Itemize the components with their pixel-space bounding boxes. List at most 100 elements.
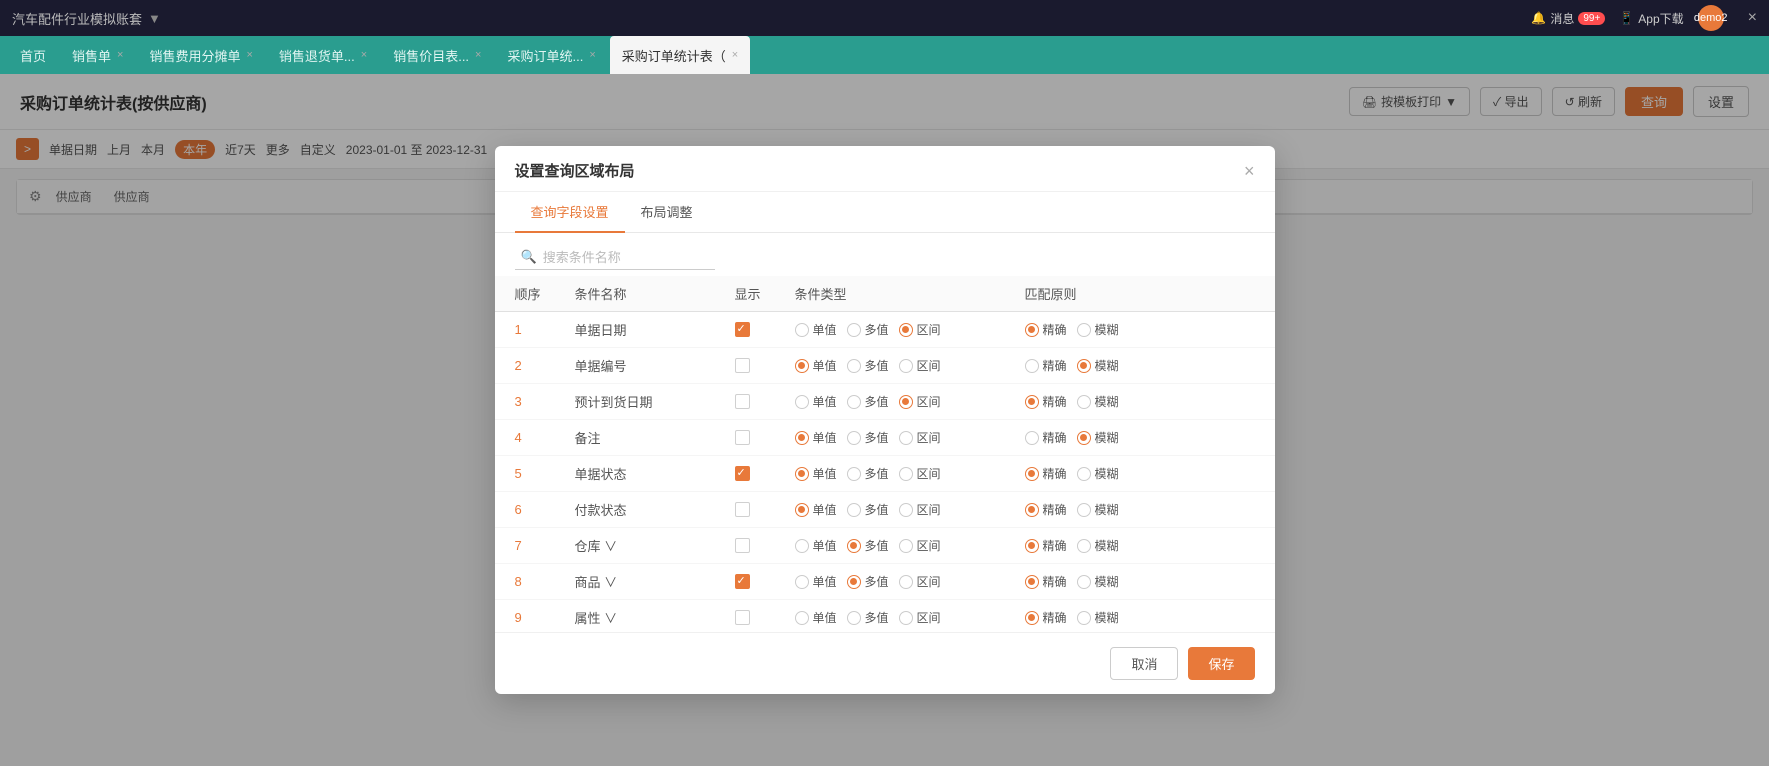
tab-close-purchase[interactable]: × xyxy=(589,49,595,61)
row-index: 4 xyxy=(515,430,575,445)
tab-sales-split[interactable]: 销售费用分摊单 × xyxy=(137,36,264,74)
type-range-radio[interactable]: 区间 xyxy=(899,393,941,410)
type-single-radio[interactable]: 单值 xyxy=(795,393,837,410)
type-range-radio[interactable]: 区间 xyxy=(899,609,941,626)
row-index: 2 xyxy=(515,358,575,373)
type-multi-radio[interactable]: 多值 xyxy=(847,573,889,590)
match-fuzzy-radio[interactable]: 模糊 xyxy=(1077,537,1119,554)
col-name: 条件名称 xyxy=(575,284,735,303)
type-range-radio[interactable]: 区间 xyxy=(899,429,941,446)
row-index: 7 xyxy=(515,538,575,553)
match-fuzzy-radio[interactable]: 模糊 xyxy=(1077,429,1119,446)
type-single-radio[interactable]: 单值 xyxy=(795,465,837,482)
display-checkbox[interactable] xyxy=(735,322,750,337)
display-checkbox[interactable] xyxy=(735,574,750,589)
match-exact-radio[interactable]: 精确 xyxy=(1025,465,1067,482)
row-display xyxy=(735,502,795,517)
modal-tab-fields[interactable]: 查询字段设置 xyxy=(515,192,625,233)
display-checkbox[interactable] xyxy=(735,358,750,373)
match-exact-radio[interactable]: 精确 xyxy=(1025,501,1067,518)
match-fuzzy-radio[interactable]: 模糊 xyxy=(1077,465,1119,482)
user-avatar[interactable]: demo2 xyxy=(1698,5,1724,31)
modal-overlay: 设置查询区域布局 × 查询字段设置 布局调整 🔍 顺序 条件名称 xyxy=(0,74,1769,766)
display-checkbox[interactable] xyxy=(735,394,750,409)
match-exact-radio[interactable]: 精确 xyxy=(1025,357,1067,374)
display-checkbox[interactable] xyxy=(735,610,750,625)
tab-home[interactable]: 首页 xyxy=(8,36,58,74)
tab-close-active[interactable]: × xyxy=(732,49,738,61)
row-index: 5 xyxy=(515,466,575,481)
type-range-radio[interactable]: 区间 xyxy=(899,501,941,518)
tab-sales-return[interactable]: 销售退货单... × xyxy=(267,36,379,74)
tab-active[interactable]: 采购订单统计表（ × xyxy=(610,36,750,74)
type-multi-radio[interactable]: 多值 xyxy=(847,357,889,374)
modal-tabs: 查询字段设置 布局调整 xyxy=(495,192,1275,233)
condition-search-input[interactable] xyxy=(543,250,693,265)
row-index: 3 xyxy=(515,394,575,409)
match-fuzzy-radio[interactable]: 模糊 xyxy=(1077,393,1119,410)
type-range-radio[interactable]: 区间 xyxy=(899,537,941,554)
match-exact-radio[interactable]: 精确 xyxy=(1025,429,1067,446)
type-single-radio[interactable]: 单值 xyxy=(795,321,837,338)
row-display xyxy=(735,430,795,445)
row-type: 单值 多值 区间 xyxy=(795,609,1025,626)
row-match: 精确 模糊 xyxy=(1025,609,1255,626)
modal-table: 顺序 条件名称 显示 条件类型 匹配原则 1单据日期 单值 多值 xyxy=(495,276,1275,632)
type-range-radio[interactable]: 区间 xyxy=(899,357,941,374)
match-exact-radio[interactable]: 精确 xyxy=(1025,321,1067,338)
match-fuzzy-radio[interactable]: 模糊 xyxy=(1077,357,1119,374)
row-name: 备注 xyxy=(575,428,735,447)
tab-close-sales[interactable]: × xyxy=(117,49,123,61)
type-range-radio[interactable]: 区间 xyxy=(899,321,941,338)
display-checkbox[interactable] xyxy=(735,430,750,445)
row-match: 精确 模糊 xyxy=(1025,537,1255,554)
type-single-radio[interactable]: 单值 xyxy=(795,357,837,374)
top-close-button[interactable]: × xyxy=(1748,9,1757,27)
display-checkbox[interactable] xyxy=(735,502,750,517)
notification-btn[interactable]: 🔔 消息 99+ xyxy=(1531,10,1605,27)
row-display xyxy=(735,574,795,589)
match-exact-radio[interactable]: 精确 xyxy=(1025,609,1067,626)
type-single-radio[interactable]: 单值 xyxy=(795,537,837,554)
tab-sales[interactable]: 销售单 × xyxy=(60,36,135,74)
match-fuzzy-radio[interactable]: 模糊 xyxy=(1077,609,1119,626)
tab-purchase[interactable]: 采购订单统... × xyxy=(495,36,607,74)
type-range-radio[interactable]: 区间 xyxy=(899,573,941,590)
match-exact-radio[interactable]: 精确 xyxy=(1025,573,1067,590)
table-row: 2单据编号 单值 多值 区间 精确 模糊 xyxy=(495,348,1275,384)
type-single-radio[interactable]: 单值 xyxy=(795,501,837,518)
row-index: 6 xyxy=(515,502,575,517)
match-exact-radio[interactable]: 精确 xyxy=(1025,393,1067,410)
tab-close-sales-split[interactable]: × xyxy=(246,49,252,61)
type-multi-radio[interactable]: 多值 xyxy=(847,537,889,554)
top-bar: 汽车配件行业模拟账套 ▼ 🔔 消息 99+ 📱 App下载 demo2 × xyxy=(0,0,1769,36)
search-icon: 🔍 xyxy=(521,249,537,265)
type-multi-radio[interactable]: 多值 xyxy=(847,393,889,410)
type-multi-radio[interactable]: 多值 xyxy=(847,321,889,338)
table-row: 6付款状态 单值 多值 区间 精确 模糊 xyxy=(495,492,1275,528)
type-multi-radio[interactable]: 多值 xyxy=(847,429,889,446)
display-checkbox[interactable] xyxy=(735,466,750,481)
type-multi-radio[interactable]: 多值 xyxy=(847,501,889,518)
match-exact-radio[interactable]: 精确 xyxy=(1025,537,1067,554)
cancel-button[interactable]: 取消 xyxy=(1110,647,1178,680)
type-multi-radio[interactable]: 多值 xyxy=(847,609,889,626)
type-single-radio[interactable]: 单值 xyxy=(795,429,837,446)
col-match: 匹配原则 xyxy=(1025,284,1255,303)
app-download-btn[interactable]: 📱 App下载 xyxy=(1619,10,1683,27)
modal-close-button[interactable]: × xyxy=(1244,162,1255,180)
type-single-radio[interactable]: 单值 xyxy=(795,573,837,590)
tab-price-list[interactable]: 销售价目表... × xyxy=(381,36,493,74)
tab-close-price-list[interactable]: × xyxy=(475,49,481,61)
type-multi-radio[interactable]: 多值 xyxy=(847,465,889,482)
match-fuzzy-radio[interactable]: 模糊 xyxy=(1077,573,1119,590)
row-match: 精确 模糊 xyxy=(1025,357,1255,374)
type-single-radio[interactable]: 单值 xyxy=(795,609,837,626)
tab-close-sales-return[interactable]: × xyxy=(361,49,367,61)
match-fuzzy-radio[interactable]: 模糊 xyxy=(1077,321,1119,338)
save-button[interactable]: 保存 xyxy=(1188,647,1254,680)
modal-tab-layout[interactable]: 布局调整 xyxy=(625,192,709,233)
display-checkbox[interactable] xyxy=(735,538,750,553)
type-range-radio[interactable]: 区间 xyxy=(899,465,941,482)
match-fuzzy-radio[interactable]: 模糊 xyxy=(1077,501,1119,518)
